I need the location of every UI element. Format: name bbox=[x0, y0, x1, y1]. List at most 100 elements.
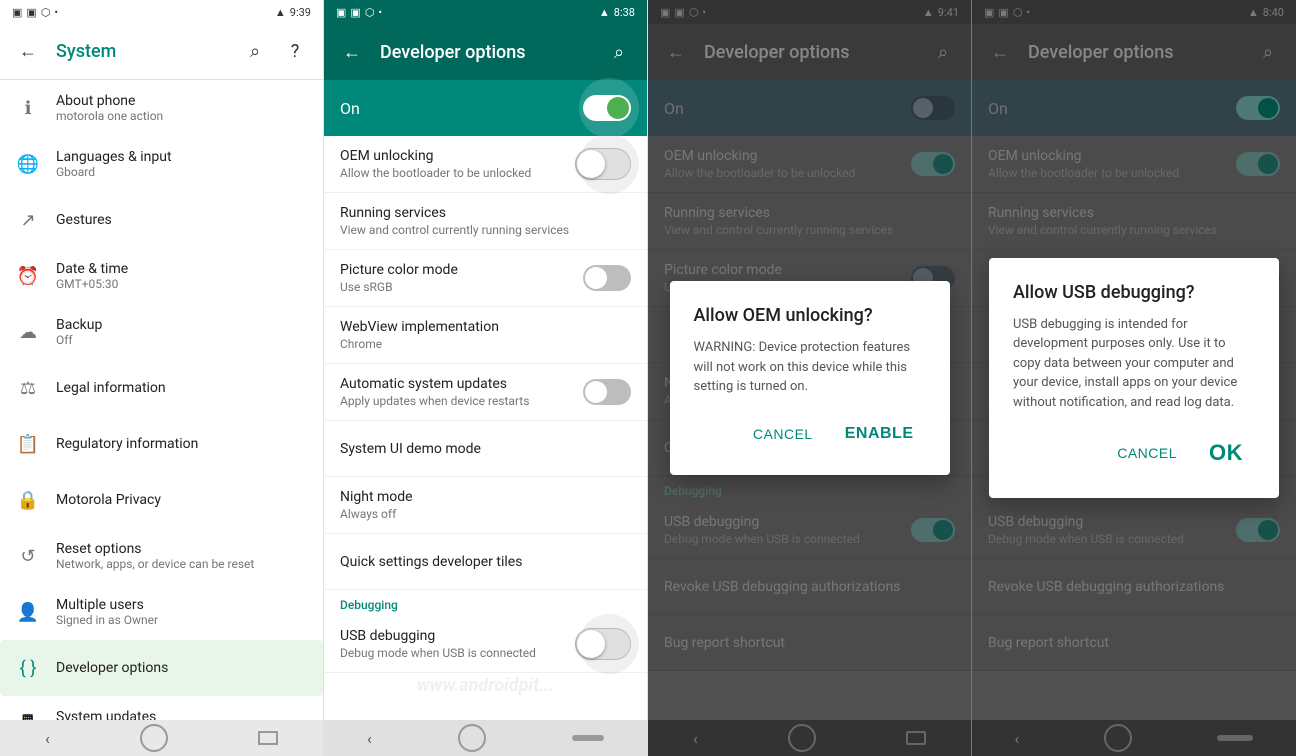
sidebar-label-about: About phone bbox=[56, 93, 163, 109]
status-bar-2: ▣ ▣ ⬡ • ▲ 8:38 bbox=[324, 0, 647, 24]
sidebar-label-developer: Developer options bbox=[56, 660, 168, 676]
sidebar-item-language[interactable]: 🌐 Languages & input Gboard bbox=[0, 136, 323, 192]
sidebar-sub-users: Signed in as Owner bbox=[56, 613, 158, 627]
sidebar-item-updates[interactable]: 📱 System updates Updated to Android 9 bbox=[0, 696, 323, 720]
wifi-icon: ▲ bbox=[275, 6, 286, 19]
night-sub: Always off bbox=[340, 507, 631, 521]
running-title: Running services bbox=[340, 205, 631, 221]
usb-toggle[interactable] bbox=[575, 628, 631, 660]
dev-on-bar: On bbox=[324, 80, 647, 136]
settings-oem-unlocking[interactable]: OEM unlocking Allow the bootloader to be… bbox=[324, 136, 647, 193]
nav-home-2[interactable] bbox=[458, 724, 486, 752]
sidebar-label-language: Languages & input bbox=[56, 149, 172, 165]
auto-updates-sub: Apply updates when device restarts bbox=[340, 394, 583, 408]
sidebar-item-privacy[interactable]: 🔒 Motorola Privacy bbox=[0, 472, 323, 528]
p-2-icon: ⬡ bbox=[365, 6, 375, 19]
oem-dialog-actions: Cancel Enable bbox=[694, 417, 926, 451]
oem-enable-button[interactable]: Enable bbox=[833, 417, 926, 451]
nav-bar-1: ‹ bbox=[0, 720, 323, 756]
sidebar-item-developer[interactable]: { } Developer options bbox=[0, 640, 323, 696]
sidebar-item-users[interactable]: 👤 Multiple users Signed in as Owner bbox=[0, 584, 323, 640]
usb-cancel-button[interactable]: Cancel bbox=[1105, 432, 1189, 474]
oem-dialog-title: Allow OEM unlocking? bbox=[694, 305, 926, 326]
sidebar-item-reset[interactable]: ↺ Reset options Network, apps, or device… bbox=[0, 528, 323, 584]
usb-ok-button[interactable]: OK bbox=[1197, 432, 1255, 474]
gestures-icon: ↗ bbox=[16, 208, 40, 232]
oem-dialog: Allow OEM unlocking? WARNING: Device pro… bbox=[670, 281, 950, 475]
sim-2-icon-2: ▣ bbox=[350, 6, 360, 19]
sidebar-item-datetime[interactable]: ⏰ Date & time GMT+05:30 bbox=[0, 248, 323, 304]
night-title: Night mode bbox=[340, 489, 631, 505]
sidebar-label-regulatory: Regulatory information bbox=[56, 436, 198, 452]
picture-sub: Use sRGB bbox=[340, 280, 583, 294]
updates-icon: 📱 bbox=[16, 712, 40, 720]
sidebar-label-backup: Backup bbox=[56, 317, 102, 333]
oem-cancel-button[interactable]: Cancel bbox=[741, 417, 825, 451]
nav-home-1[interactable] bbox=[140, 724, 168, 752]
debugging-header: Debugging bbox=[324, 590, 647, 616]
sidebar-label-privacy: Motorola Privacy bbox=[56, 492, 161, 508]
nav-back-1[interactable]: ‹ bbox=[45, 729, 50, 748]
panel-system-settings: ▣ ▣ ⬡ • ▲ 9:39 ← System ⌕ ? ℹ About phon… bbox=[0, 0, 324, 756]
sidebar-item-backup[interactable]: ☁ Backup Off bbox=[0, 304, 323, 360]
picture-toggle[interactable] bbox=[583, 265, 631, 291]
sidebar-sub-datetime: GMT+05:30 bbox=[56, 277, 128, 291]
backup-icon: ☁ bbox=[16, 320, 40, 344]
dev-settings-list: OEM unlocking Allow the bootloader to be… bbox=[324, 136, 647, 720]
nav-back-2[interactable]: ‹ bbox=[367, 729, 372, 748]
auto-updates-toggle[interactable] bbox=[583, 379, 631, 405]
settings-night-mode[interactable]: Night mode Always off bbox=[324, 477, 647, 534]
sidebar-item-about[interactable]: ℹ About phone motorola one action bbox=[0, 80, 323, 136]
appbar-title-2: Developer options bbox=[380, 42, 591, 63]
nav-recent-1[interactable] bbox=[258, 731, 278, 745]
sidebar-label-reset: Reset options bbox=[56, 541, 254, 557]
nav-recent-2[interactable] bbox=[572, 735, 604, 741]
back-button-2[interactable]: ← bbox=[340, 40, 364, 64]
sim-2-icon: ▣ bbox=[336, 6, 346, 19]
sidebar-item-gestures[interactable]: ↗ Gestures bbox=[0, 192, 323, 248]
picture-title: Picture color mode bbox=[340, 262, 583, 278]
webview-sub: Chrome bbox=[340, 337, 631, 351]
dot-2-icon: • bbox=[378, 6, 382, 19]
usb-dialog-overlay: Allow USB debugging? USB debugging is in… bbox=[972, 0, 1296, 756]
auto-updates-title: Automatic system updates bbox=[340, 376, 583, 392]
usb-dialog-body: USB debugging is intended for developmen… bbox=[1013, 315, 1255, 413]
sidebar-label-gestures: Gestures bbox=[56, 212, 112, 228]
back-button-1[interactable]: ← bbox=[16, 40, 40, 64]
sim-icon: ▣ bbox=[12, 6, 22, 19]
settings-webview[interactable]: WebView implementation Chrome bbox=[324, 307, 647, 364]
settings-usb-debug[interactable]: USB debugging Debug mode when USB is con… bbox=[324, 616, 647, 673]
settings-auto-updates[interactable]: Automatic system updates Apply updates w… bbox=[324, 364, 647, 421]
oem-title: OEM unlocking bbox=[340, 148, 575, 164]
usb-dialog-title: Allow USB debugging? bbox=[1013, 282, 1255, 303]
on-label: On bbox=[340, 99, 360, 118]
p-icon: ⬡ bbox=[41, 6, 51, 19]
demo-title: System UI demo mode bbox=[340, 441, 631, 457]
settings-demo-mode[interactable]: System UI demo mode bbox=[324, 421, 647, 477]
panel-usb-dialog: ▣ ▣ ⬡ • ▲ 8:40 ← Developer options ⌕ On … bbox=[972, 0, 1296, 756]
oem-toggle[interactable] bbox=[575, 148, 631, 180]
sidebar-label-users: Multiple users bbox=[56, 597, 158, 613]
main-toggle[interactable] bbox=[583, 95, 631, 121]
reset-icon: ↺ bbox=[16, 544, 40, 568]
appbar-title-1: System bbox=[56, 41, 227, 62]
running-sub: View and control currently running servi… bbox=[340, 223, 631, 237]
wifi-2-icon: ▲ bbox=[599, 6, 610, 19]
sidebar-item-legal[interactable]: ⚖ Legal information bbox=[0, 360, 323, 416]
settings-quick-tiles[interactable]: Quick settings developer tiles bbox=[324, 534, 647, 590]
sidebar-sub-language: Gboard bbox=[56, 165, 172, 179]
usb-debug-title: USB debugging bbox=[340, 628, 575, 644]
sidebar-label-datetime: Date & time bbox=[56, 261, 128, 277]
developer-icon: { } bbox=[16, 656, 40, 680]
oem-dialog-body: WARNING: Device protection features will… bbox=[694, 338, 926, 397]
settings-running-services[interactable]: Running services View and control curren… bbox=[324, 193, 647, 250]
search-button-1[interactable]: ⌕ bbox=[243, 40, 267, 64]
help-button-1[interactable]: ? bbox=[283, 40, 307, 64]
settings-picture-color[interactable]: Picture color mode Use sRGB bbox=[324, 250, 647, 307]
sidebar-item-regulatory[interactable]: 📋 Regulatory information bbox=[0, 416, 323, 472]
nav-bar-2: ‹ bbox=[324, 720, 647, 756]
search-button-2[interactable]: ⌕ bbox=[607, 40, 631, 64]
sidebar-label-updates: System updates bbox=[56, 709, 169, 720]
sidebar-sub-backup: Off bbox=[56, 333, 102, 347]
language-icon: 🌐 bbox=[16, 152, 40, 176]
